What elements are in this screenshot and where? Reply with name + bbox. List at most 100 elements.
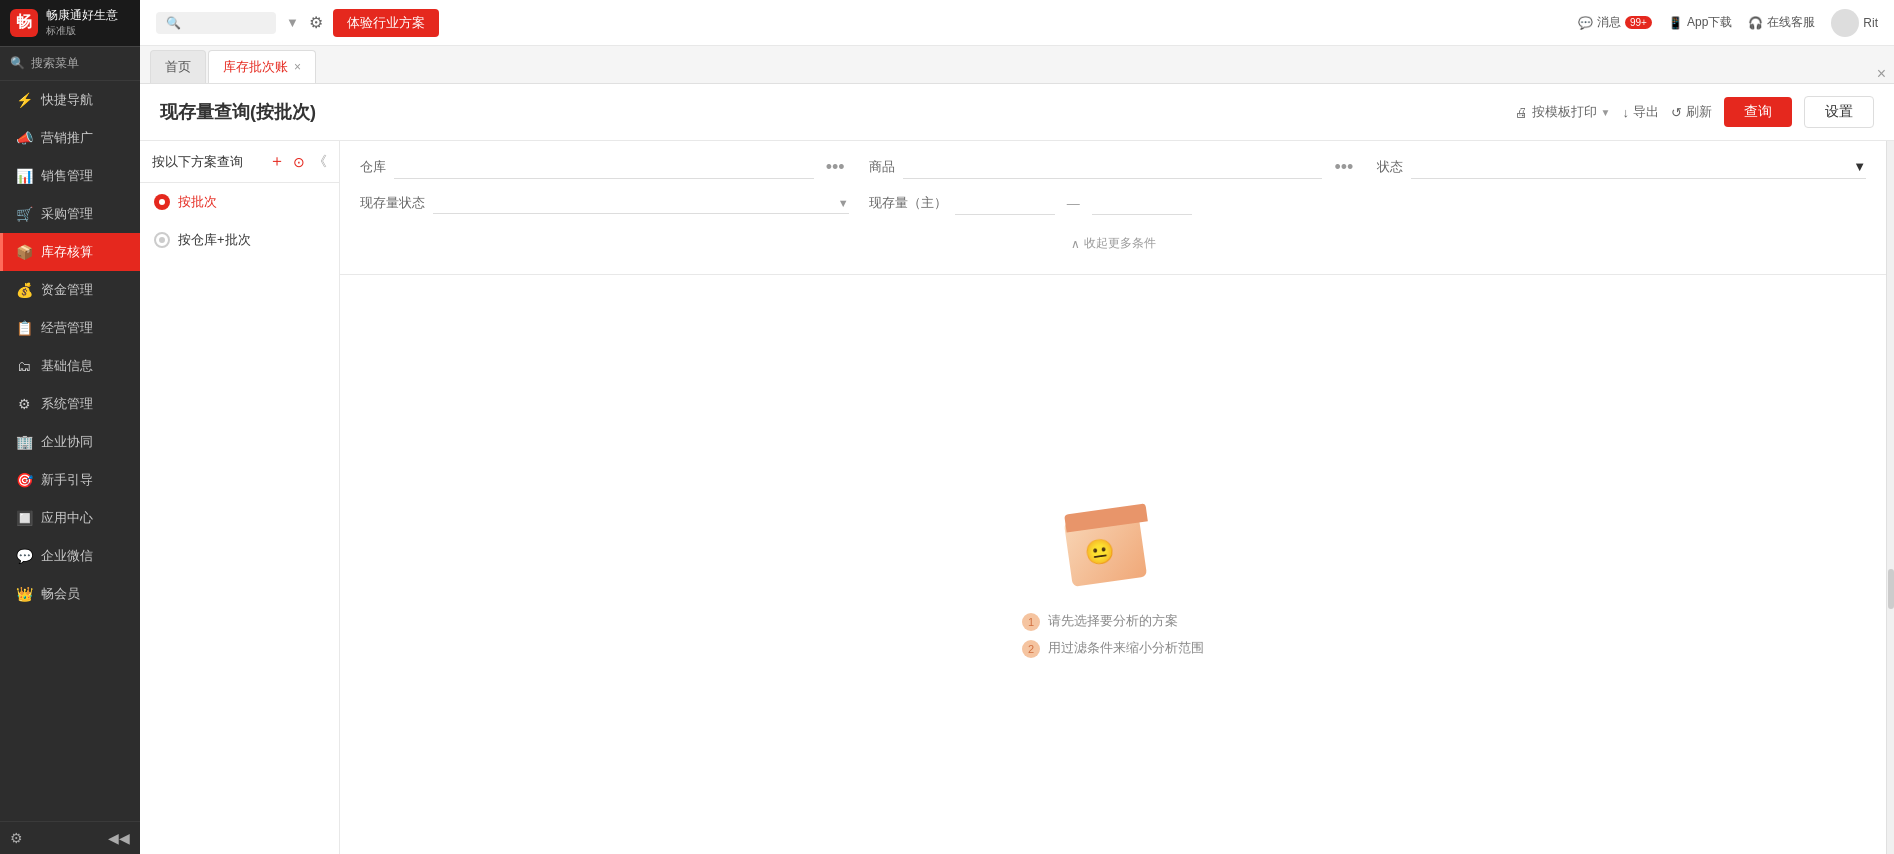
app-download-label: App下载	[1687, 14, 1732, 31]
sidebar-item-wechat[interactable]: 💬 企业微信	[0, 537, 140, 575]
settings-button[interactable]: 设置	[1804, 96, 1874, 128]
sidebar-item-label: 系统管理	[41, 395, 93, 413]
tab-batch-label: 库存批次账	[223, 58, 288, 76]
search-menu-label: 搜索菜单	[31, 55, 79, 72]
plan-settings-icon[interactable]: ⊙	[293, 154, 305, 170]
current-qty-min-input[interactable]	[955, 191, 1055, 215]
topbar-gear-icon[interactable]: ⚙	[309, 13, 323, 32]
sidebar-item-quick-nav[interactable]: ⚡ 快捷导航	[0, 81, 140, 119]
tip-num-2: 2	[1022, 640, 1040, 658]
sidebar: 畅 畅康通好生意 标准版 🔍 搜索菜单 ⚡ 快捷导航 📣 营销推广 📊 销售管理…	[0, 0, 140, 854]
inventory-status-select[interactable]: ▼	[433, 193, 849, 214]
sidebar-item-label: 销售管理	[41, 167, 93, 185]
body-layout: 按以下方案查询 ＋ ⊙ 《 按批次	[140, 141, 1894, 854]
tab-close-icon[interactable]: ×	[294, 60, 301, 74]
tab-home-label: 首页	[165, 58, 191, 76]
member-icon: 👑	[15, 585, 33, 603]
sidebar-item-purchase[interactable]: 🛒 采购管理	[0, 195, 140, 233]
product-input[interactable]	[903, 155, 1323, 179]
tab-batch[interactable]: 库存批次账 ×	[208, 50, 316, 83]
user-item[interactable]: Rit	[1831, 9, 1878, 37]
current-qty-max-input[interactable]	[1092, 191, 1192, 215]
collapse-filters-icon: ∧	[1071, 237, 1080, 251]
messages-item[interactable]: 💬 消息 99+	[1578, 14, 1652, 31]
right-scroll-thumb	[1888, 569, 1894, 609]
empty-tips: 1 请先选择要分析的方案 2 用过滤条件来缩小分析范围	[1022, 612, 1204, 658]
status-select[interactable]: ▼	[1411, 155, 1866, 179]
plan-dot-active	[154, 194, 170, 210]
app-download-item[interactable]: 📱 App下载	[1668, 14, 1732, 31]
sidebar-item-enterprise[interactable]: 🏢 企业协同	[0, 423, 140, 461]
app-title: 畅康通好生意	[46, 8, 118, 24]
topbar-search[interactable]: 🔍	[156, 12, 276, 34]
sidebar-item-apps[interactable]: 🔲 应用中心	[0, 499, 140, 537]
status-filter: 状态 ▼	[1377, 155, 1866, 179]
sidebar-item-marketing[interactable]: 📣 营销推广	[0, 119, 140, 157]
left-panel-actions: ＋ ⊙ 《	[269, 151, 327, 172]
warehouse-input[interactable]	[394, 155, 814, 179]
apps-icon: 🔲	[15, 509, 33, 527]
tab-home[interactable]: 首页	[150, 50, 206, 83]
refresh-action[interactable]: ↺ 刷新	[1671, 103, 1712, 121]
tab-close-all-icon[interactable]: ×	[1877, 65, 1886, 83]
settings-icon[interactable]: ⚙	[10, 830, 23, 846]
warehouse-dots-icon[interactable]: •••	[822, 157, 849, 178]
sidebar-footer: ⚙ ◀◀	[0, 821, 140, 854]
experience-btn[interactable]: 体验行业方案	[333, 9, 439, 37]
sidebar-item-operations[interactable]: 📋 经营管理	[0, 309, 140, 347]
sidebar-item-label: 库存核算	[41, 243, 93, 261]
sidebar-item-label: 资金管理	[41, 281, 93, 299]
sidebar-item-sales[interactable]: 📊 销售管理	[0, 157, 140, 195]
online-service-item[interactable]: 🎧 在线客服	[1748, 14, 1815, 31]
sidebar-item-inventory[interactable]: 📦 库存核算	[0, 233, 140, 271]
page-actions: 🖨 按模板打印 ▼ ↓ 导出 ↺ 刷新 查询 设置	[1515, 96, 1874, 128]
newbie-icon: 🎯	[15, 471, 33, 489]
tip-num-1: 1	[1022, 613, 1040, 631]
search-icon: 🔍	[166, 16, 181, 30]
inventory-status-arrow-icon: ▼	[838, 197, 849, 209]
empty-tip-1: 1 请先选择要分析的方案	[1022, 612, 1204, 631]
quick-nav-icon: ⚡	[15, 91, 33, 109]
sidebar-item-system[interactable]: ⚙ 系统管理	[0, 385, 140, 423]
right-scroll-indicator[interactable]	[1886, 141, 1894, 854]
filter-row-2: 现存量状态 ▼ 现存量（主） —	[360, 191, 1866, 215]
topbar-right: 💬 消息 99+ 📱 App下载 🎧 在线客服 Rit	[1578, 9, 1878, 37]
collapse-filters-bar[interactable]: ∧ 收起更多条件	[360, 227, 1866, 260]
export-action[interactable]: ↓ 导出	[1623, 103, 1660, 121]
empty-illustration: 😐	[1053, 472, 1173, 592]
plan-item-by-batch[interactable]: 按批次	[140, 183, 339, 221]
sidebar-item-basics[interactable]: 🗂 基础信息	[0, 347, 140, 385]
wechat-icon: 💬	[15, 547, 33, 565]
app-logo: 畅	[10, 9, 38, 37]
page-title: 现存量查询(按批次)	[160, 100, 316, 124]
sidebar-item-label: 营销推广	[41, 129, 93, 147]
status-arrow-icon: ▼	[1853, 159, 1866, 174]
sidebar-header: 畅 畅康通好生意 标准版	[0, 0, 140, 47]
sidebar-item-member[interactable]: 👑 畅会员	[0, 575, 140, 613]
print-action[interactable]: 🖨 按模板打印 ▼	[1515, 103, 1611, 121]
plan-item-by-warehouse-batch[interactable]: 按仓库+批次	[140, 221, 339, 259]
print-icon: 🖨	[1515, 105, 1528, 120]
avatar	[1831, 9, 1859, 37]
collapse-left-icon[interactable]: 《	[313, 153, 327, 171]
sidebar-item-newbie[interactable]: 🎯 新手引导	[0, 461, 140, 499]
topbar-dropdown-icon[interactable]: ▼	[286, 15, 299, 30]
sidebar-item-label: 快捷导航	[41, 91, 93, 109]
range-separator: —	[1063, 196, 1084, 211]
sidebar-item-finance[interactable]: 💰 资金管理	[0, 271, 140, 309]
refresh-label: 刷新	[1686, 103, 1712, 121]
plan-by-warehouse-batch-label: 按仓库+批次	[178, 231, 251, 249]
collapse-filters-label: 收起更多条件	[1084, 235, 1156, 252]
left-panel: 按以下方案查询 ＋ ⊙ 《 按批次	[140, 141, 340, 854]
tip-text-1: 请先选择要分析的方案	[1048, 612, 1178, 630]
main-area: 🔍 ▼ ⚙ 体验行业方案 💬 消息 99+ 📱 App下载 🎧 在线客服 Rit	[140, 0, 1894, 854]
product-dots-icon[interactable]: •••	[1330, 157, 1357, 178]
refresh-icon: ↺	[1671, 105, 1682, 120]
query-button[interactable]: 查询	[1724, 97, 1792, 127]
filter-row-1: 仓库 ••• 商品 ••• 状态	[360, 155, 1866, 179]
messages-badge: 99+	[1625, 16, 1652, 29]
add-plan-icon[interactable]: ＋	[269, 151, 285, 172]
collapse-sidebar-icon[interactable]: ◀◀	[108, 830, 130, 846]
search-menu[interactable]: 🔍 搜索菜单	[0, 47, 140, 81]
app-subtitle: 标准版	[46, 24, 118, 38]
